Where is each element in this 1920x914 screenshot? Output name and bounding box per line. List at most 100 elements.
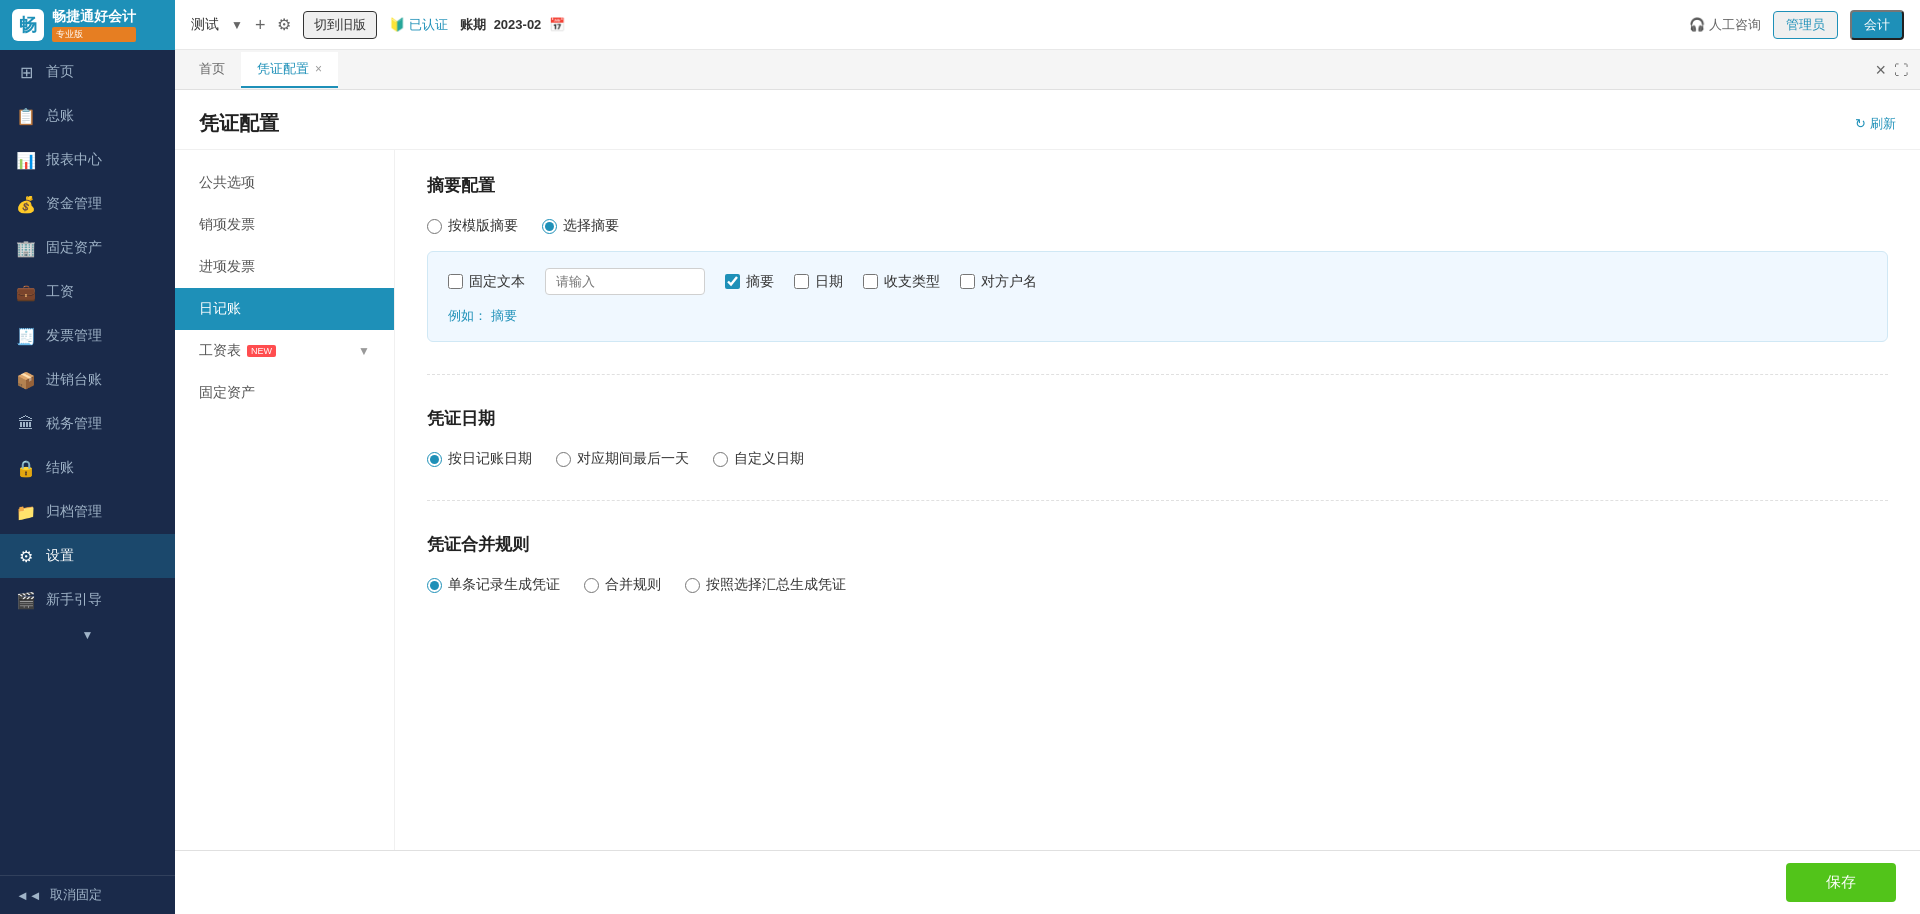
switch-old-version-button[interactable]: 切到旧版 (303, 11, 377, 39)
sidebar-nav: ⊞ 首页 📋 总账 📊 报表中心 💰 资金管理 🏢 固定资产 💼 工资 🧾 发票… (0, 50, 175, 875)
digest-template-radio[interactable] (427, 219, 442, 234)
sidebar-item-guide[interactable]: 🎬 新手引导 (0, 578, 175, 622)
cancel-fixed-btn[interactable]: ◄◄ 取消固定 (0, 875, 175, 914)
headset-icon: 🎧 (1689, 17, 1705, 32)
sidebar-item-label: 总账 (46, 107, 74, 125)
period-label: 账期 (460, 17, 486, 32)
nav-item-public[interactable]: 公共选项 (175, 162, 394, 204)
tab-voucher-config[interactable]: 凭证配置 × (241, 52, 338, 88)
fixed-text-checkbox-input[interactable] (448, 274, 463, 289)
date-lastday-radio[interactable] (556, 452, 571, 467)
nav-item-sales[interactable]: 销项发票 (175, 204, 394, 246)
sidebar-item-tax[interactable]: 🏛 税务管理 (0, 402, 175, 446)
company-settings-button[interactable]: ⚙ (277, 15, 291, 34)
payment-type-checkbox-input[interactable] (863, 274, 878, 289)
digest-example: 例如： 摘要 (448, 307, 1867, 325)
company-dropdown-icon[interactable]: ▼ (231, 18, 243, 32)
sidebar-item-settings[interactable]: ⚙ 设置 (0, 534, 175, 578)
tabbar-actions: × ⛶ (1875, 61, 1908, 79)
save-button[interactable]: 保存 (1786, 863, 1896, 902)
sidebar-item-label: 报表中心 (46, 151, 102, 169)
logo-name: 畅捷通好会计 (52, 8, 136, 25)
digest-checkbox-input[interactable] (725, 274, 740, 289)
manager-button[interactable]: 管理员 (1773, 11, 1838, 39)
page-title: 凭证配置 (199, 110, 279, 137)
merge-radio-rules[interactable]: 合并规则 (584, 576, 661, 594)
consult-button[interactable]: 🎧 人工咨询 (1689, 16, 1761, 34)
sidebar-item-salary[interactable]: 💼 工资 (0, 270, 175, 314)
sidebar-item-close[interactable]: 🔒 结账 (0, 446, 175, 490)
digest-radio-select[interactable]: 选择摘要 (542, 217, 619, 235)
merge-single-radio[interactable] (427, 578, 442, 593)
sidebar-item-ledger[interactable]: 📋 总账 (0, 94, 175, 138)
date-custom-label: 自定义日期 (734, 450, 804, 468)
sidebar-item-label: 工资 (46, 283, 74, 301)
add-company-button[interactable]: + (255, 16, 266, 34)
nav-item-purchase[interactable]: 进项发票 (175, 246, 394, 288)
sidebar-item-report[interactable]: 📊 报表中心 (0, 138, 175, 182)
sidebar-logo: 畅 畅捷通好会计 专业版 (0, 0, 175, 50)
footer-bar: 保存 (175, 850, 1920, 914)
sidebar-item-label: 结账 (46, 459, 74, 477)
tab-voucher-config-label: 凭证配置 (257, 60, 309, 78)
tabbar-close-button[interactable]: × (1875, 61, 1886, 79)
sidebar-item-invoice[interactable]: 🧾 发票管理 (0, 314, 175, 358)
purchase-icon: 📦 (16, 370, 36, 390)
tabbar-expand-button[interactable]: ⛶ (1894, 62, 1908, 78)
sidebar-item-purchase[interactable]: 📦 进销台账 (0, 358, 175, 402)
sidebar-item-label: 新手引导 (46, 591, 102, 609)
merge-single-label: 单条记录生成凭证 (448, 576, 560, 594)
date-checkbox-input[interactable] (794, 274, 809, 289)
topbar: 测试 ▼ + ⚙ 切到旧版 🔰 已认证 账期 2023-02 📅 🎧 人工咨询 … (175, 0, 1920, 50)
tax-icon: 🏛 (16, 414, 36, 434)
verified-badge: 🔰 已认证 (389, 16, 448, 34)
digest-checkbox[interactable]: 摘要 (725, 273, 774, 291)
nav-item-payroll-label: 工资表 (199, 342, 241, 360)
merge-radio-summary[interactable]: 按照选择汇总生成凭证 (685, 576, 846, 594)
sidebar-item-capital[interactable]: 💰 资金管理 (0, 182, 175, 226)
merge-section-title: 凭证合并规则 (427, 533, 1888, 556)
tab-voucher-config-close[interactable]: × (315, 62, 322, 76)
merge-rules-radio[interactable] (584, 578, 599, 593)
date-custom-radio[interactable] (713, 452, 728, 467)
sidebar-item-label: 发票管理 (46, 327, 102, 345)
counterparty-checkbox[interactable]: 对方户名 (960, 273, 1037, 291)
invoice-icon: 🧾 (16, 326, 36, 346)
cancel-fixed-label: 取消固定 (50, 886, 102, 904)
left-nav: 公共选项 销项发票 进项发票 日记账 工资表 NEW ▼ (175, 150, 395, 850)
digest-radio-template[interactable]: 按模版摘要 (427, 217, 518, 235)
payment-type-label: 收支类型 (884, 273, 940, 291)
digest-select-radio[interactable] (542, 219, 557, 234)
counterparty-checkbox-input[interactable] (960, 274, 975, 289)
sidebar-item-archive[interactable]: 📁 归档管理 (0, 490, 175, 534)
accountant-button[interactable]: 会计 (1850, 10, 1904, 40)
date-checkbox[interactable]: 日期 (794, 273, 843, 291)
merge-summary-radio[interactable] (685, 578, 700, 593)
payment-type-checkbox[interactable]: 收支类型 (863, 273, 940, 291)
date-radio-group: 按日记账日期 对应期间最后一天 自定义日期 (427, 450, 1888, 468)
calendar-icon[interactable]: 📅 (549, 17, 565, 32)
date-radio-custom[interactable]: 自定义日期 (713, 450, 804, 468)
sidebar-item-assets[interactable]: 🏢 固定资产 (0, 226, 175, 270)
sidebar-item-home[interactable]: ⊞ 首页 (0, 50, 175, 94)
digest-label: 摘要 (746, 273, 774, 291)
scroll-down-arrow: ▼ (82, 628, 94, 642)
merge-radio-single[interactable]: 单条记录生成凭证 (427, 576, 560, 594)
new-badge: NEW (247, 345, 276, 357)
close-account-icon: 🔒 (16, 458, 36, 478)
example-value: 摘要 (491, 308, 517, 323)
nav-item-payroll[interactable]: 工资表 NEW ▼ (175, 330, 394, 372)
date-journal-radio[interactable] (427, 452, 442, 467)
refresh-button[interactable]: ↻ 刷新 (1855, 115, 1896, 133)
nav-item-journal[interactable]: 日记账 (175, 288, 394, 330)
date-radio-lastday[interactable]: 对应期间最后一天 (556, 450, 689, 468)
fixed-text-input[interactable] (545, 268, 705, 295)
tab-home[interactable]: 首页 (183, 52, 241, 88)
payroll-expand-icon: ▼ (358, 344, 370, 358)
section-digest: 摘要配置 按模版摘要 选择摘要 (427, 174, 1888, 375)
sidebar-item-label: 税务管理 (46, 415, 102, 433)
fixed-text-label: 固定文本 (469, 273, 525, 291)
fixed-text-checkbox[interactable]: 固定文本 (448, 273, 525, 291)
date-radio-journal[interactable]: 按日记账日期 (427, 450, 532, 468)
nav-item-fixed-assets[interactable]: 固定资产 (175, 372, 394, 414)
